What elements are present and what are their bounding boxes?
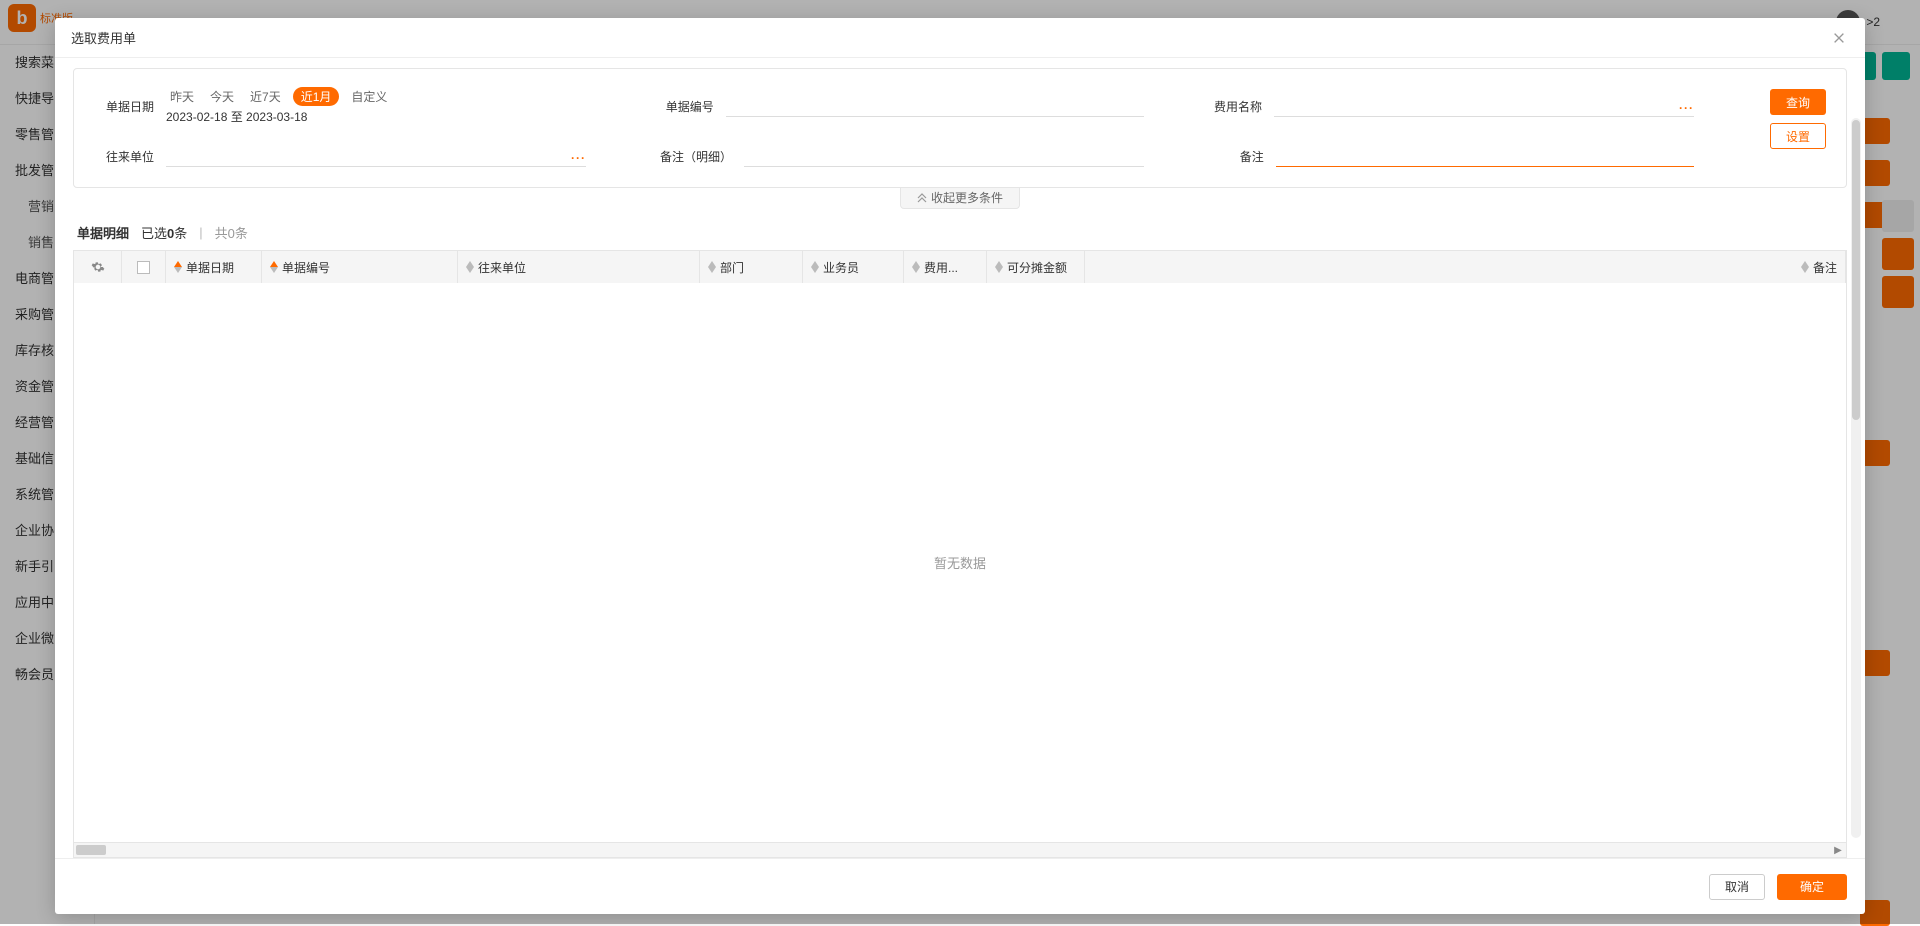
empty-state: 暂无数据 [74, 283, 1846, 842]
col-dept[interactable]: 部门 [700, 251, 803, 283]
close-icon [1832, 31, 1846, 45]
col-agent[interactable]: 业务员 [803, 251, 904, 283]
filter-label-remark-detail: 备注（明细） [654, 148, 732, 165]
date-chip-custom[interactable]: 自定义 [347, 87, 391, 106]
modal-title: 选取费用单 [71, 28, 136, 47]
separator: | [199, 225, 202, 240]
date-chip-yesterday[interactable]: 昨天 [166, 87, 198, 106]
filter-label-vendor: 往来单位 [94, 148, 154, 165]
ellipsis-icon[interactable]: ··· [571, 151, 586, 165]
gear-icon [91, 260, 105, 274]
horizontal-scrollbar[interactable]: ◀ ▶ [73, 842, 1847, 858]
ok-button[interactable]: 确定 [1777, 874, 1847, 900]
col-fee[interactable]: 费用... [904, 251, 987, 283]
total-count: 共0条 [215, 223, 248, 242]
fee-name-input[interactable] [1274, 95, 1694, 117]
col-vendor[interactable]: 往来单位 [458, 251, 700, 283]
checkbox-icon [137, 261, 150, 274]
column-settings-button[interactable] [74, 251, 122, 283]
vertical-scrollbar[interactable] [1851, 118, 1861, 838]
remark-input[interactable] [1276, 145, 1694, 167]
filter-label-remark: 备注 [1204, 148, 1264, 165]
result-table: 单据日期 单据编号 往来单位 部门 业务员 [73, 250, 1847, 842]
selected-count: 已选0条 [141, 223, 187, 242]
vendor-input[interactable] [166, 145, 586, 167]
col-code[interactable]: 单据编号 [262, 251, 458, 283]
filter-panel: 单据日期 昨天 今天 近7天 近1月 自定义 2023-02-18 至 2023… [73, 68, 1847, 188]
detail-title: 单据明细 [77, 223, 129, 242]
remark-detail-input[interactable] [744, 145, 1144, 167]
col-date[interactable]: 单据日期 [166, 251, 262, 283]
select-all-checkbox[interactable] [122, 251, 166, 283]
ellipsis-icon[interactable]: ··· [1679, 101, 1694, 115]
col-alloc[interactable]: 可分摊金额 [987, 251, 1085, 283]
collapse-label: 收起更多条件 [931, 189, 1003, 206]
cancel-button[interactable]: 取消 [1709, 874, 1765, 900]
select-expense-modal: 选取费用单 单据日期 昨天 今天 近7天 [55, 18, 1865, 914]
filter-label-feename: 费用名称 [1204, 98, 1262, 115]
search-button[interactable]: 查询 [1770, 89, 1826, 115]
date-chip-last7[interactable]: 近7天 [246, 87, 285, 106]
chevron-double-up-icon [917, 193, 927, 203]
table-header: 单据日期 单据编号 往来单位 部门 业务员 [74, 251, 1846, 283]
filter-label-code: 单据编号 [654, 98, 714, 115]
close-button[interactable] [1829, 28, 1849, 48]
doc-code-input[interactable] [726, 95, 1144, 117]
col-remark[interactable]: 备注 [1085, 251, 1846, 283]
settings-button[interactable]: 设置 [1770, 123, 1826, 149]
date-range-text: 2023-02-18 至 2023-03-18 [166, 108, 594, 125]
date-chip-last1m[interactable]: 近1月 [293, 87, 340, 106]
filter-label-date: 单据日期 [94, 98, 154, 115]
collapse-filters-button[interactable]: 收起更多条件 [900, 187, 1020, 209]
scroll-right-icon[interactable]: ▶ [1830, 843, 1846, 857]
date-chip-today[interactable]: 今天 [206, 87, 238, 106]
